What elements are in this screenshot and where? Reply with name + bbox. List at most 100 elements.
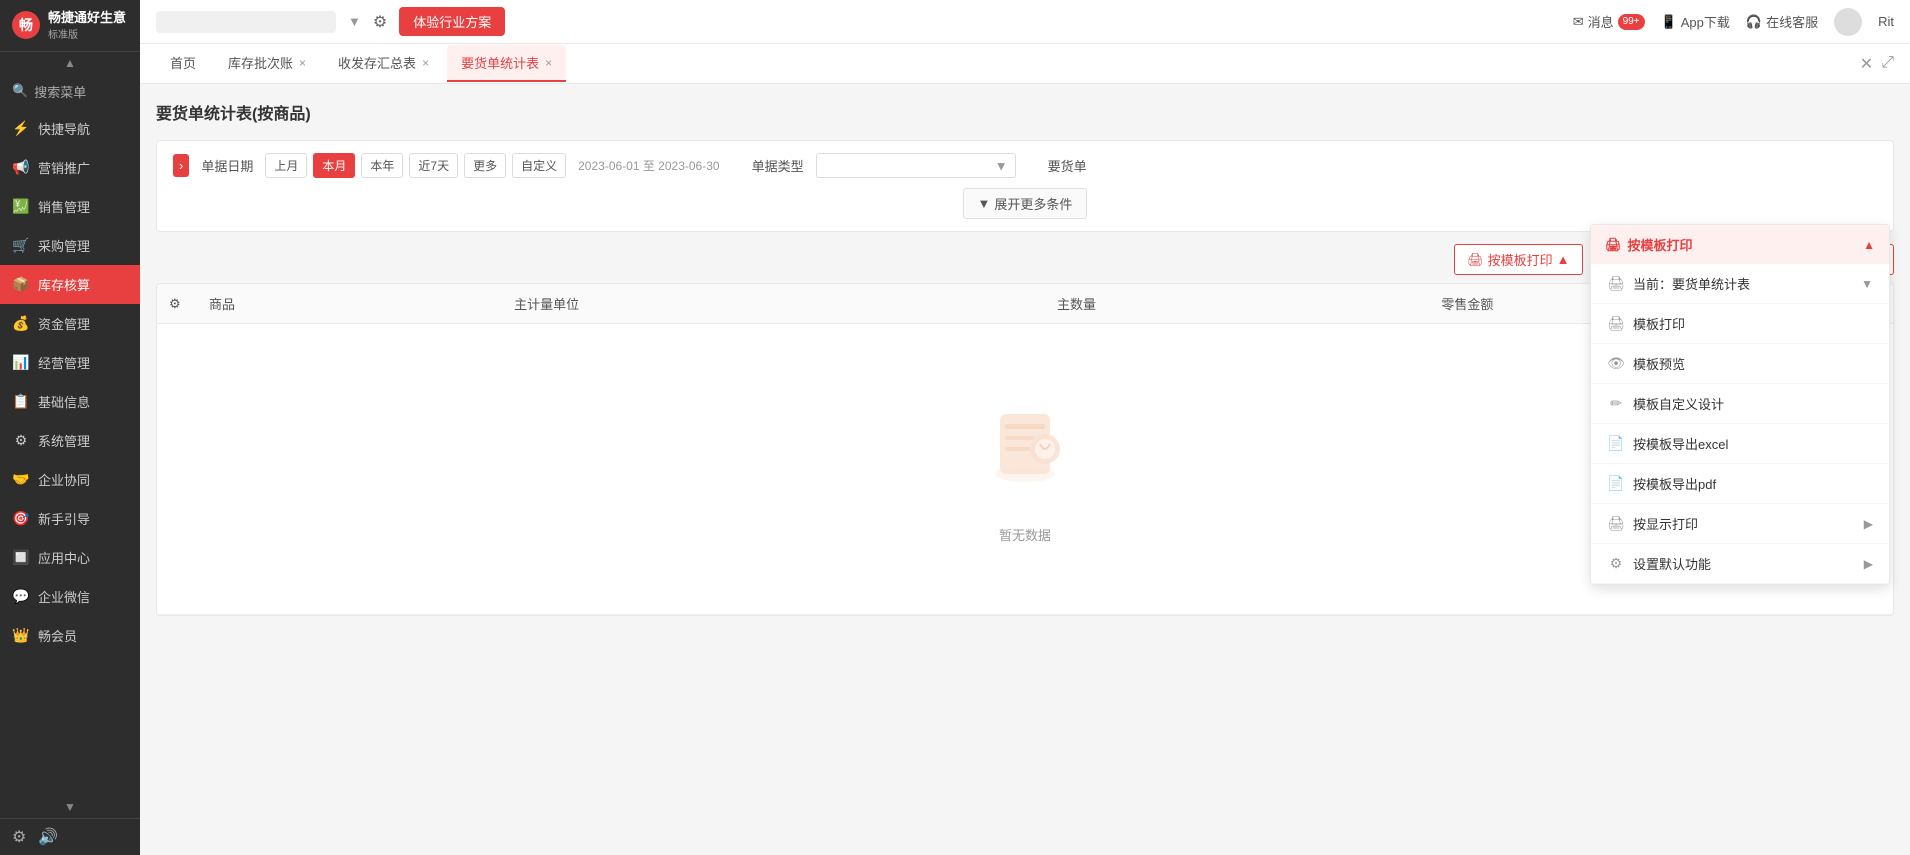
template-export-excel-item[interactable]: 📄 按模板导出excel [1591,424,1889,464]
headset-icon: 🎧 [1746,14,1762,30]
operations-icon: 📊 [12,354,30,371]
default-func-left: ⚙ 设置默认功能 [1607,554,1711,573]
sidebar-item-purchase[interactable]: 🛒 采购管理 [0,226,140,265]
sidebar-scroll-up[interactable]: ▲ [0,52,140,74]
date-btn-prev-month[interactable]: 上月 [265,153,307,178]
tab-home[interactable]: 首页 [156,45,210,82]
user-name: Rit [1878,14,1894,29]
sidebar-item-member[interactable]: 👑 畅会员 [0,616,140,655]
topbar-search-input[interactable] [156,11,336,33]
print-header-text: 按模板打印 [1628,235,1693,254]
display-print-arrow: ▶ [1864,517,1873,531]
expand-more-btn[interactable]: ▼ 展开更多条件 [963,188,1088,219]
date-btn-this-year[interactable]: 本年 [361,153,403,178]
sidebar-item-operations[interactable]: 📊 经营管理 [0,343,140,382]
template-preview-icon: 👁 [1607,355,1625,372]
main-area: ▼ ⚙ 体验行业方案 ✉ 消息 99+ 📱 App下载 🎧 在线客服 Rit 首… [140,0,1910,855]
sidebar-item-inventory[interactable]: 📦 库存核算 [0,265,140,304]
settings-icon[interactable]: ⚙ [12,827,26,847]
sidebar-search-item[interactable]: 🔍 搜索菜单 [0,74,140,109]
sidebar-item-label: 采购管理 [38,236,90,255]
tab-window-buttons: ✕ ⤢ [1860,54,1894,74]
display-print-icon: 🖨 [1607,515,1625,532]
tab-home-label: 首页 [170,53,196,72]
finance-icon: 💰 [12,315,30,332]
shortcut-icon: ⚡ [12,120,30,137]
topbar-right: ✉ 消息 99+ 📱 App下载 🎧 在线客服 Rit [1573,8,1894,36]
app-title-group: 畅捷通好生意 标准版 [48,10,126,41]
online-service-button[interactable]: 🎧 在线客服 [1746,12,1818,31]
print-template-label: 按模板打印 [1488,250,1553,269]
sidebar: 畅 畅捷通好生意 标准版 ▲ 🔍 搜索菜单 ⚡ 快捷导航 📢 营销推广 💹 销售… [0,0,140,855]
window-maximize-icon[interactable]: ⤢ [1881,54,1894,74]
guide-icon: 🎯 [12,510,30,527]
sidebar-item-label: 销售管理 [38,197,90,216]
sidebar-item-marketing[interactable]: 📢 营销推广 [0,148,140,187]
user-avatar[interactable] [1834,8,1862,36]
filter-bar: › 单据日期 上月 本月 本年 近7天 更多 自定义 2023-06-01 至 … [156,140,1894,232]
tab-order-stats-close[interactable]: × [545,56,552,70]
template-export-pdf-item[interactable]: 📄 按模板导出pdf [1591,464,1889,504]
date-btn-7days[interactable]: 近7天 [409,153,458,178]
sidebar-item-label: 库存核算 [38,275,90,294]
sidebar-item-finance[interactable]: 💰 资金管理 [0,304,140,343]
default-func-item[interactable]: ⚙ 设置默认功能 ▶ [1591,544,1889,584]
sidebar-item-apps[interactable]: 🔲 应用中心 [0,538,140,577]
sidebar-item-shortcut[interactable]: ⚡ 快捷导航 [0,109,140,148]
col-product: 商品 [197,284,502,324]
topbar-dropdown-arrow[interactable]: ▼ [348,14,361,29]
type-select[interactable] [816,153,1016,178]
table-gear-icon[interactable]: ⚙ [169,296,181,311]
print-current-item[interactable]: 🖨 当前：要货单统计表 ▼ [1591,264,1889,304]
template-print-label: 模板打印 [1633,314,1685,333]
tab-receipt-summary[interactable]: 收发存汇总表 × [324,45,443,82]
tab-order-stats[interactable]: 要货单统计表 × [447,45,566,82]
app-download-button[interactable]: 📱 App下载 [1661,12,1730,31]
expand-more-label: 展开更多条件 [994,194,1072,213]
inventory-icon: 📦 [12,276,30,293]
volume-icon[interactable]: 🔊 [38,827,58,847]
print-dropdown-header[interactable]: 🖨 按模板打印 ▲ [1591,225,1889,264]
topbar-gear-icon[interactable]: ⚙ [373,12,387,32]
topbar: ▼ ⚙ 体验行业方案 ✉ 消息 99+ 📱 App下载 🎧 在线客服 Rit [140,0,1910,44]
sidebar-item-label: 系统管理 [38,431,90,450]
sidebar-search-label: 搜索菜单 [34,82,86,101]
sidebar-item-wechat[interactable]: 💬 企业微信 [0,577,140,616]
date-btn-more[interactable]: 更多 [464,153,506,178]
sidebar-item-label: 畅会员 [38,626,77,645]
sidebar-item-system[interactable]: ⚙ 系统管理 [0,421,140,460]
tab-inventory-batch-close[interactable]: × [299,56,306,70]
default-func-icon: ⚙ [1607,555,1625,572]
yaohuodan-label: 要货单 [1048,156,1087,175]
app-badge: 标准版 [48,26,126,41]
marketing-icon: 📢 [12,159,30,176]
message-button[interactable]: ✉ 消息 99+ [1573,12,1645,31]
print-template-button[interactable]: 🖨 按模板打印 ▲ [1454,244,1582,275]
page-title: 要货单统计表(按商品) [156,100,1894,124]
filter-collapse-btn[interactable]: › [173,154,189,177]
app-icon: 畅 [12,11,40,39]
template-export-excel-label: 按模板导出excel [1633,434,1728,453]
template-design-label: 模板自定义设计 [1633,394,1724,413]
date-btn-custom[interactable]: 自定义 [512,153,566,178]
enterprise-icon: 🤝 [12,471,30,488]
date-btn-this-month[interactable]: 本月 [313,153,355,178]
member-icon: 👑 [12,627,30,644]
sidebar-scroll-down[interactable]: ▼ [0,796,140,818]
window-close-icon[interactable]: ✕ [1860,54,1873,74]
sidebar-item-enterprise[interactable]: 🤝 企业协同 [0,460,140,499]
template-design-item[interactable]: ✏ 模板自定义设计 [1591,384,1889,424]
sidebar-item-sales[interactable]: 💹 销售管理 [0,187,140,226]
sidebar-item-basic[interactable]: 📋 基础信息 [0,382,140,421]
tab-inventory-batch[interactable]: 库存批次账 × [214,45,320,82]
wechat-icon: 💬 [12,588,30,605]
tab-receipt-summary-close[interactable]: × [422,56,429,70]
template-preview-item[interactable]: 👁 模板预览 [1591,344,1889,384]
template-print-item[interactable]: 🖨 模板打印 [1591,304,1889,344]
display-print-item[interactable]: 🖨 按显示打印 ▶ [1591,504,1889,544]
trial-button[interactable]: 体验行业方案 [399,7,505,36]
online-service-label: 在线客服 [1766,12,1818,31]
sales-icon: 💹 [12,198,30,215]
sidebar-item-guide[interactable]: 🎯 新手引导 [0,499,140,538]
tab-order-stats-label: 要货单统计表 [461,53,539,72]
